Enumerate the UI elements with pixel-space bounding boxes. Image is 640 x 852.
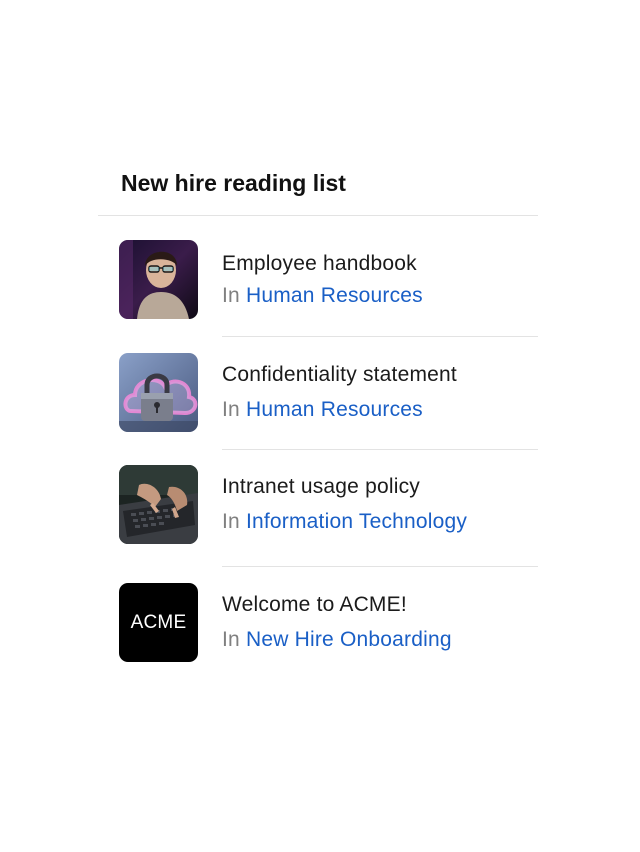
row-divider (222, 336, 538, 337)
category-prefix: In (222, 628, 240, 651)
confidentiality-statement-thumbnail (119, 353, 198, 432)
item-category-line: In Human Resources (222, 398, 423, 422)
item-title[interactable]: Confidentiality statement (222, 363, 457, 387)
employee-handbook-thumbnail (119, 240, 198, 319)
list-item-intranet-usage-policy[interactable]: Intranet usage policy In Information Tec… (98, 465, 538, 545)
list-item-confidentiality-statement[interactable]: Confidentiality statement In Human Resou… (98, 353, 538, 433)
item-title[interactable]: Welcome to ACME! (222, 593, 407, 617)
intranet-usage-policy-thumbnail (119, 465, 198, 544)
item-title[interactable]: Intranet usage policy (222, 475, 420, 499)
acme-logo: ACME (119, 583, 198, 662)
reading-list-card: New hire reading list Employee handbook … (98, 160, 538, 662)
category-link[interactable]: New Hire Onboarding (246, 628, 452, 651)
category-link[interactable]: Information Technology (246, 510, 467, 533)
title-divider (98, 215, 538, 216)
list-item-welcome-to-acme[interactable]: ACME Welcome to ACME! In New Hire Onboar… (98, 583, 538, 663)
list-item-employee-handbook[interactable]: Employee handbook In Human Resources (98, 240, 538, 320)
card-title: New hire reading list (121, 170, 346, 196)
category-prefix: In (222, 284, 240, 307)
row-divider (222, 449, 538, 450)
category-prefix: In (222, 510, 240, 533)
item-category-line: In New Hire Onboarding (222, 628, 452, 652)
item-category-line: In Human Resources (222, 284, 423, 308)
category-prefix: In (222, 398, 240, 421)
item-title[interactable]: Employee handbook (222, 252, 417, 276)
item-category-line: In Information Technology (222, 510, 467, 534)
category-link[interactable]: Human Resources (246, 284, 423, 307)
row-divider (222, 566, 538, 567)
category-link[interactable]: Human Resources (246, 398, 423, 421)
